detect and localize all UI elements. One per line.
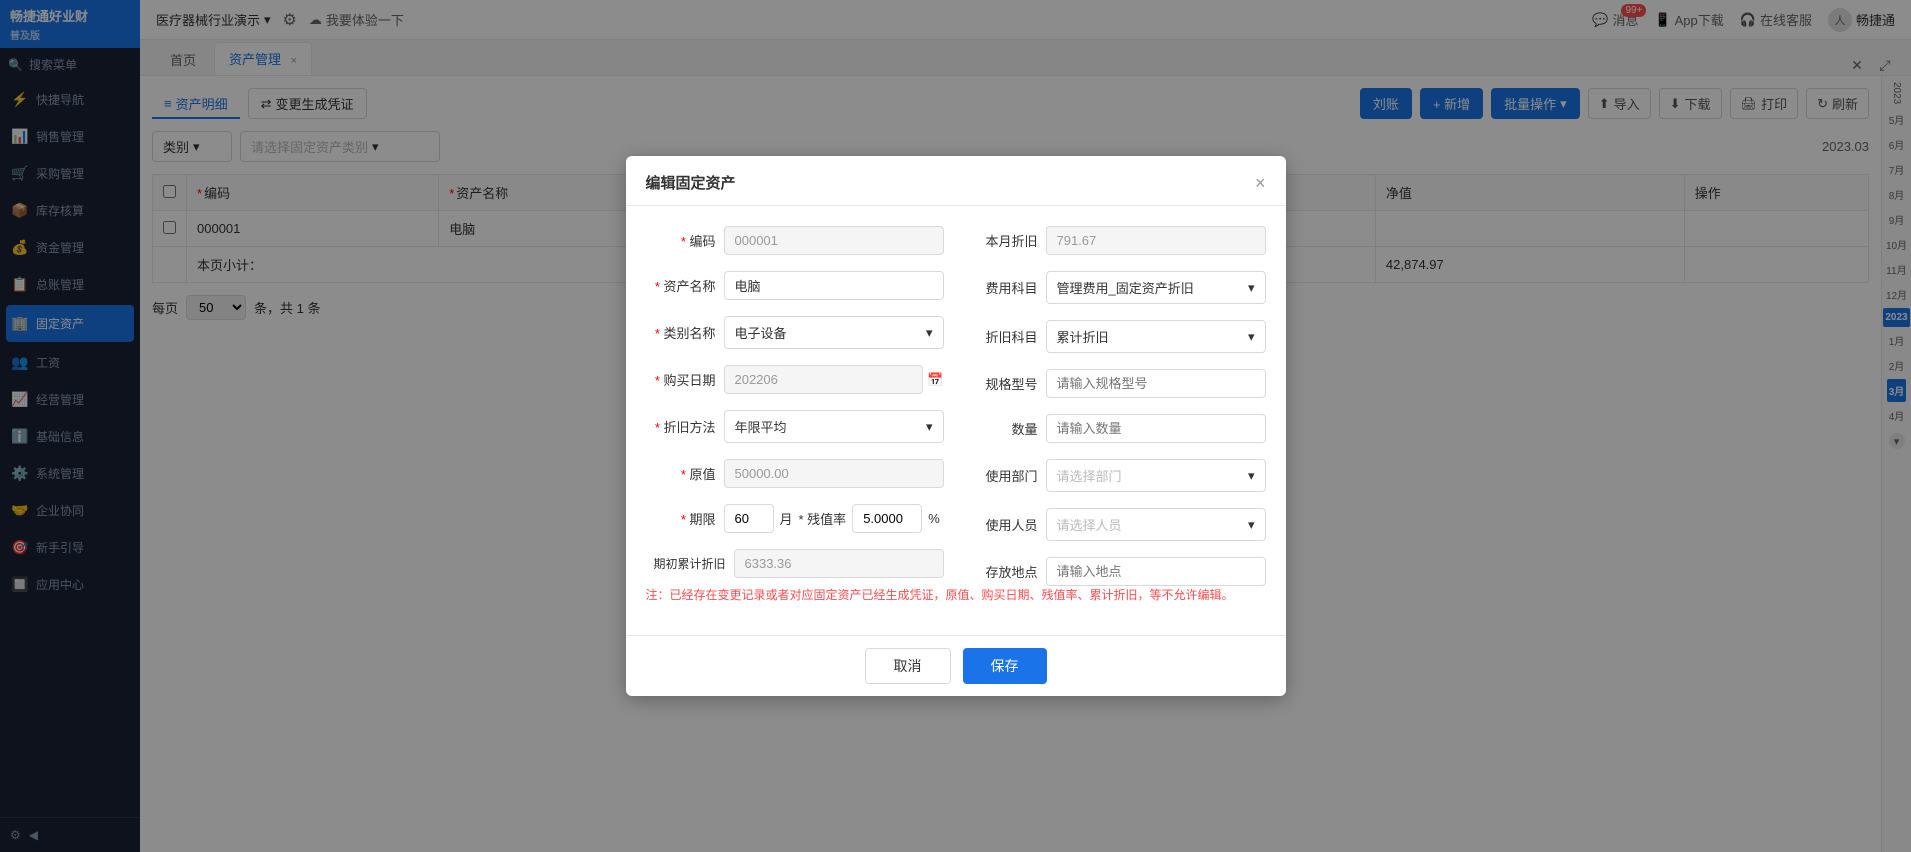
field-period-residual: 期限 月 * 残值率 % (646, 504, 944, 533)
depreciation-chevron-icon: ▾ (926, 419, 933, 435)
dialog-close-btn[interactable]: × (1255, 174, 1266, 192)
depreciation-subject-value: 累计折旧 (1057, 327, 1109, 346)
field-code: 编码 (646, 226, 944, 255)
depreciation-subject-label: 折旧科目 (968, 327, 1038, 346)
purchase-date-input[interactable] (724, 365, 924, 394)
field-purchase-date: 购买日期 📅 (646, 365, 944, 394)
monthly-depreciation-label: 本月折旧 (968, 231, 1038, 250)
field-spec: 规格型号 (968, 369, 1266, 398)
dialog-body: 编码 资产名称 类别名称 电子设备 ▾ (626, 206, 1286, 635)
purchase-date-label: 购买日期 (646, 370, 716, 389)
expense-subject-select[interactable]: 管理费用_固定资产折旧 ▾ (1046, 271, 1266, 304)
use-person-select[interactable]: 请选择人员 ▾ (1046, 508, 1266, 541)
save-button[interactable]: 保存 (963, 648, 1047, 684)
depreciation-subject-chevron: ▾ (1248, 329, 1255, 345)
storage-label: 存放地点 (968, 562, 1038, 581)
depreciation-method-value: 年限平均 (735, 417, 787, 436)
field-use-person: 使用人员 请选择人员 ▾ (968, 508, 1266, 541)
original-value-label: 原值 (646, 464, 716, 483)
depreciation-subject-select[interactable]: 累计折旧 ▾ (1046, 320, 1266, 353)
depreciation-method-select[interactable]: 年限平均 ▾ (724, 410, 944, 443)
calendar-icon[interactable]: 📅 (927, 372, 943, 388)
period-residual-inline: 月 * 残值率 % (724, 504, 944, 533)
field-monthly-depreciation: 本月折旧 (968, 226, 1266, 255)
period-input[interactable] (724, 504, 774, 533)
use-person-chevron: ▾ (1248, 517, 1255, 533)
use-dept-select[interactable]: 请选择部门 ▾ (1046, 459, 1266, 492)
asset-name-input[interactable] (724, 271, 944, 300)
use-person-placeholder: 请选择人员 (1057, 515, 1122, 534)
expense-subject-chevron: ▾ (1248, 280, 1255, 296)
use-dept-chevron: ▾ (1248, 468, 1255, 484)
monthly-depreciation-input (1046, 226, 1266, 255)
residual-rate-input[interactable] (852, 504, 922, 533)
form-section-right: 本月折旧 费用科目 管理费用_固定资产折旧 ▾ 折旧科目 (968, 226, 1266, 586)
expense-subject-label: 费用科目 (968, 278, 1038, 297)
field-depreciation-subject: 折旧科目 累计折旧 ▾ (968, 320, 1266, 353)
initial-accumulated-input[interactable] (734, 549, 944, 578)
category-chevron-icon: ▾ (926, 325, 933, 341)
field-storage: 存放地点 (968, 557, 1266, 586)
field-initial-accumulated: 期初累计折旧 (646, 549, 944, 578)
field-original-value: 原值 (646, 459, 944, 488)
dialog-footer: 取消 保存 (626, 635, 1286, 696)
use-person-label: 使用人员 (968, 515, 1038, 534)
code-label: 编码 (646, 231, 716, 250)
field-quantity: 数量 (968, 414, 1266, 443)
use-dept-placeholder: 请选择部门 (1057, 466, 1122, 485)
form-grid: 编码 资产名称 类别名称 电子设备 ▾ (646, 226, 1266, 586)
spec-input[interactable] (1046, 369, 1266, 398)
code-input[interactable] (724, 226, 944, 255)
field-depreciation-method: 折旧方法 年限平均 ▾ (646, 410, 944, 443)
field-use-dept: 使用部门 请选择部门 ▾ (968, 459, 1266, 492)
category-select-value: 电子设备 (735, 323, 787, 342)
storage-input[interactable] (1046, 557, 1266, 586)
cancel-button[interactable]: 取消 (865, 648, 951, 684)
quantity-label: 数量 (968, 419, 1038, 438)
dialog-overlay: 编辑固定资产 × 编码 资产名称 (0, 0, 1911, 852)
category-select[interactable]: 电子设备 ▾ (724, 316, 944, 349)
period-unit: 月 (780, 509, 793, 528)
spec-label: 规格型号 (968, 374, 1038, 393)
original-value-input[interactable] (724, 459, 944, 488)
dialog-title: 编辑固定资产 (646, 172, 736, 193)
residual-rate-unit: % (928, 511, 940, 526)
initial-accumulated-label: 期初累计折旧 (646, 555, 726, 572)
residual-rate-star: * 残值率 (799, 509, 847, 528)
field-asset-name: 资产名称 (646, 271, 944, 300)
field-category: 类别名称 电子设备 ▾ (646, 316, 944, 349)
dialog-note: 注：已经存在变更记录或者对应固定资产已经生成凭证，原值、购买日期、残值率、累计折… (646, 586, 1266, 603)
form-section-left: 编码 资产名称 类别名称 电子设备 ▾ (646, 226, 944, 586)
category-label: 类别名称 (646, 323, 716, 342)
use-dept-label: 使用部门 (968, 466, 1038, 485)
dialog-header: 编辑固定资产 × (626, 156, 1286, 206)
expense-subject-value: 管理费用_固定资产折旧 (1057, 278, 1194, 297)
quantity-input[interactable] (1046, 414, 1266, 443)
depreciation-method-label: 折旧方法 (646, 417, 716, 436)
period-label: 期限 (646, 509, 716, 528)
edit-asset-dialog: 编辑固定资产 × 编码 资产名称 (626, 156, 1286, 696)
field-expense-subject: 费用科目 管理费用_固定资产折旧 ▾ (968, 271, 1266, 304)
asset-name-label: 资产名称 (646, 276, 716, 295)
